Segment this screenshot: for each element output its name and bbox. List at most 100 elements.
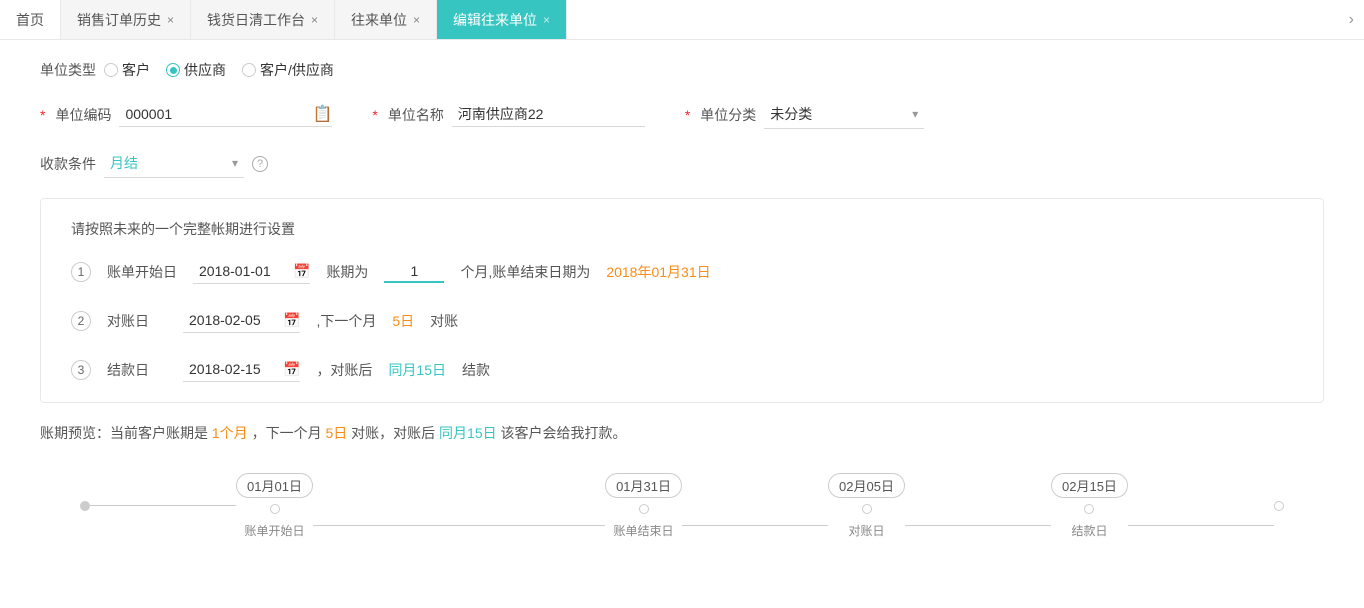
period-row-3: 3 结款日 📅 ，对账后 同月15日 结款 [71,357,1293,382]
radio-supplier[interactable]: 供应商 [166,60,226,80]
radio-supplier-circle [166,63,180,77]
radio-supplier-label: 供应商 [184,60,226,80]
close-icon[interactable]: × [167,13,174,27]
tab-edit-partner[interactable]: 编辑往来单位 × [437,0,567,39]
radio-customer[interactable]: 客户 [104,60,150,80]
tab-partner-label: 往来单位 [351,10,407,30]
payment-term-value: 月结 [110,153,228,173]
help-icon[interactable]: ? [252,156,268,172]
timeline-end-dot-circle [1274,501,1284,511]
timeline-dot-4 [1084,504,1094,514]
unit-type-radio-group: 客户 供应商 客户/供应商 [104,60,334,80]
preview-part2: 5日 [325,425,347,441]
radio-both-label: 客户/供应商 [260,60,334,80]
recon-highlight: 5日 [392,311,414,331]
radio-both[interactable]: 客户/供应商 [242,60,334,80]
timeline-date-3: 02月05日 [828,473,905,498]
close-icon[interactable]: × [543,13,550,27]
period-settings-box: 请按照未来的一个完整帐期进行设置 1 账单开始日 📅 账期为 个月,账单结束日期… [40,198,1324,403]
timeline-sublabel-3: 对账日 [849,522,885,539]
row-num-1: 1 [71,262,91,282]
timeline-dot-3 [862,504,872,514]
period-end-date-highlight: 2018年01月31日 [606,262,710,282]
tab-cash-workbench[interactable]: 钱货日清工作台 × [191,0,335,39]
unit-code-calendar-icon[interactable]: 📋 [312,104,332,124]
unit-category-star: * [685,107,690,123]
payment-suffix-before: ，对账后 [316,360,372,380]
payment-term-label: 收款条件 [40,154,96,174]
timeline-point-2: 01月31日 账单结束日 [605,473,682,539]
tab-sales-order-history[interactable]: 销售订单历史 × [61,0,191,39]
timeline-line-seg4 [1128,525,1274,526]
timeline-point-1: 01月01日 账单开始日 [236,473,313,539]
payment-term-select[interactable]: 月结 ▾ [104,149,244,178]
unit-category-select[interactable]: 未分类 ▾ [764,100,924,129]
radio-customer-circle [104,63,118,77]
timeline-line-seg1 [313,525,605,526]
unit-name-input[interactable] [452,102,645,127]
preview-label: 账期预览：当前客户账期是 [40,425,208,441]
row-label-1: 账单开始日 [107,262,177,282]
recon-date-input[interactable] [183,308,283,332]
preview-part3: 同月15日 [439,425,497,441]
unit-category-group: * 单位分类 未分类 ▾ [685,100,924,129]
payment-term-row: 收款条件 月结 ▾ ? [40,149,1324,178]
close-icon[interactable]: × [413,13,420,27]
preview-suffix: 该客户会给我打款。 [501,425,627,441]
unit-code-group: * 单位编码 📋 [40,102,332,127]
recon-date-calendar-icon[interactable]: 📅 [283,312,300,329]
period-row-1: 1 账单开始日 📅 账期为 个月,账单结束日期为 2018年01月31日 [71,259,1293,284]
unit-code-label: 单位编码 [55,105,111,125]
payment-term-group: 收款条件 月结 ▾ ? [40,149,268,178]
timeline-end-dot [1274,501,1284,539]
timeline-sublabel-2: 账单结束日 [614,522,674,539]
timeline-sublabel-1: 账单开始日 [245,522,305,539]
timeline-line-seg2 [682,525,828,526]
unit-code-input-wrapper: 📋 [119,102,332,127]
unit-code-star: * [40,107,45,123]
timeline-date-4: 02月15日 [1051,473,1128,498]
unit-name-star: * [372,107,377,123]
chevron-down-icon: ▾ [912,107,918,121]
recon-suffix-after: 对账 [430,311,458,331]
close-icon[interactable]: × [311,13,318,27]
tab-chevron-icon[interactable]: › [1339,0,1364,39]
payment-date-calendar-icon[interactable]: 📅 [283,361,300,378]
timeline-start-dot-circle [80,501,90,511]
start-date-calendar-icon[interactable]: 📅 [293,263,310,280]
preview-sep2: 对账，对账后 [351,425,435,441]
preview-part1: 1个月 [212,425,248,441]
preview-text: 账期预览：当前客户账期是 1个月 ，下一个月 5日 对账，对账后 同月15日 该… [40,423,1324,443]
chevron-down-icon: ▾ [232,156,238,170]
radio-customer-label: 客户 [122,60,150,80]
timeline-date-2: 01月31日 [605,473,682,498]
start-date-input[interactable] [193,259,293,283]
unit-category-label: 单位分类 [700,105,756,125]
start-date-input-wrapper: 📅 [193,259,310,284]
recon-date-input-wrapper: 📅 [183,308,300,333]
timeline-point-4: 02月15日 结款日 [1051,473,1128,539]
unit-category-value: 未分类 [770,104,908,124]
unit-code-input[interactable] [119,102,312,126]
tab-cash-label: 钱货日清工作台 [207,10,305,30]
row-num-3: 3 [71,360,91,380]
unit-info-row: * 单位编码 📋 * 单位名称 * 单位分类 未分类 ▾ [40,100,1324,129]
tab-sales-label: 销售订单历史 [77,10,161,30]
payment-date-input[interactable] [183,357,283,381]
tab-home[interactable]: 首页 [0,0,61,39]
timeline-date-1: 01月01日 [236,473,313,498]
timeline-line-seg3 [905,525,1051,526]
period-for-label: 账期为 [326,262,368,282]
timeline-start-dot [80,501,90,539]
main-content: 单位类型 客户 供应商 客户/供应商 * 单位编码 [0,40,1364,608]
unit-type-label: 单位类型 [40,60,96,80]
preview-sep1: ，下一个月 [252,425,322,441]
timeline-container: 01月01日 账单开始日 01月31日 账单结束日 02月05日 对账日 02月… [40,473,1324,539]
tab-partner-unit[interactable]: 往来单位 × [335,0,437,39]
row-num-2: 2 [71,311,91,331]
payment-highlight: 同月15日 [388,360,446,380]
period-months-input[interactable] [384,261,444,283]
payment-date-input-wrapper: 📅 [183,357,300,382]
row-label-2: 对账日 [107,311,167,331]
recon-suffix-before: ,下一个月 [316,311,376,331]
